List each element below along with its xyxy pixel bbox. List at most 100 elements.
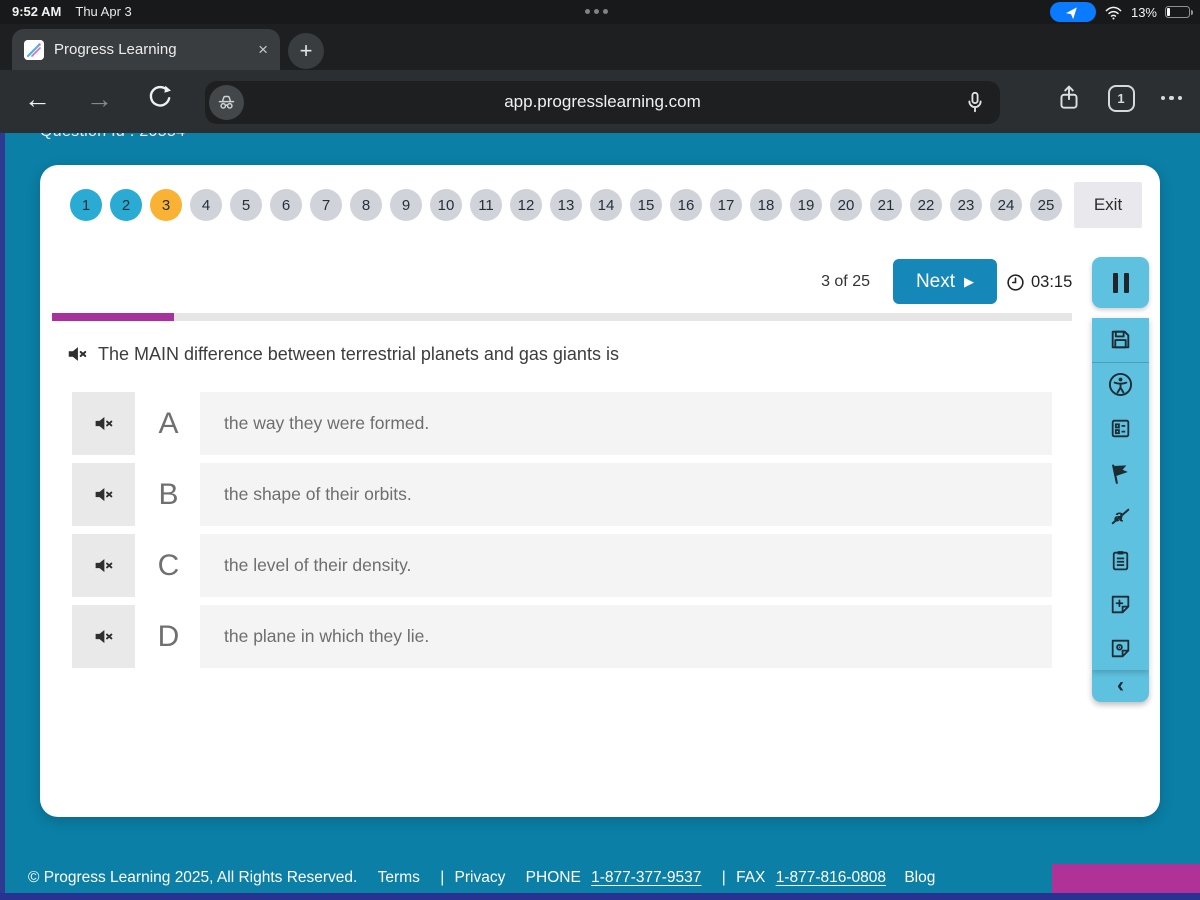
new-tab-button[interactable]: + (288, 33, 324, 69)
answer-text[interactable]: the shape of their orbits. (200, 463, 1052, 526)
question-number-9[interactable]: 9 (390, 189, 422, 221)
bottom-edge-border (0, 893, 1200, 900)
next-arrow-icon: ▶ (964, 273, 975, 289)
question-text: The MAIN difference between terrestrial … (98, 343, 619, 364)
forward-button[interactable]: → (86, 86, 113, 113)
answer-audio-muted-icon[interactable] (72, 392, 135, 455)
browser-menu-icon[interactable] (1160, 95, 1182, 101)
question-number-21[interactable]: 21 (870, 189, 902, 221)
answer-audio-muted-icon[interactable] (72, 534, 135, 597)
ipad-screen: 9:52 AM Thu Apr 3 13% Progress Learning … (0, 0, 1200, 900)
reload-button[interactable] (146, 84, 173, 111)
answer-row-C[interactable]: C the level of their density. (72, 534, 1052, 597)
answer-row-A[interactable]: A the way they were formed. (72, 392, 1052, 455)
question-number-1[interactable]: 1 (70, 189, 102, 221)
save-icon (1108, 327, 1133, 352)
footer-blog-link[interactable]: Blog (904, 869, 935, 886)
battery-icon (1165, 6, 1193, 18)
answer-text[interactable]: the way they were formed. (200, 392, 1052, 455)
microphone-icon[interactable] (962, 89, 988, 115)
question-number-7[interactable]: 7 (310, 189, 342, 221)
answer-letter[interactable]: B (137, 463, 200, 526)
tab-title: Progress Learning (54, 41, 177, 58)
save-button[interactable] (1092, 318, 1149, 363)
question-number-10[interactable]: 10 (430, 189, 462, 221)
question-number-8[interactable]: 8 (350, 189, 382, 221)
answer-audio-muted-icon[interactable] (72, 463, 135, 526)
status-date: Thu Apr 3 (75, 4, 132, 19)
location-indicator-icon (1049, 2, 1096, 22)
question-number-6[interactable]: 6 (270, 189, 302, 221)
progress-learning-favicon (24, 39, 44, 60)
pause-button[interactable] (1092, 257, 1149, 308)
question-number-3[interactable]: 3 (150, 189, 182, 221)
footer-accent-block (1052, 864, 1200, 893)
notepad-button[interactable] (1092, 538, 1149, 582)
question-number-18[interactable]: 18 (750, 189, 782, 221)
flag-icon (1108, 460, 1133, 485)
quiz-card: 1 2 3 4 5 6 7 8 9 10 11 12 13 14 15 16 17 18 19 20 21 22 23 24 2… (40, 165, 1160, 817)
answer-text[interactable]: the plane in which they lie. (200, 605, 1052, 668)
timer: 03:15 (1006, 273, 1072, 292)
next-label: Next (915, 270, 956, 292)
question-number-5[interactable]: 5 (230, 189, 262, 221)
url-bar[interactable]: app.progresslearning.com (205, 81, 1000, 124)
browser-tab[interactable]: Progress Learning × (12, 29, 280, 70)
question-counter: 3 of 25 (821, 273, 870, 290)
question-number-11[interactable]: 11 (470, 189, 502, 221)
answer-letter[interactable]: D (137, 605, 200, 668)
footer-terms-link[interactable]: Terms (378, 869, 420, 886)
question-audio-muted-icon[interactable] (66, 343, 88, 365)
back-button[interactable]: ← (24, 86, 51, 113)
question-number-nav: 1 2 3 4 5 6 7 8 9 10 11 12 13 14 15 16 17 18 19 20 21 22 23 24 2… (70, 189, 1062, 221)
answer-row-D[interactable]: D the plane in which they lie. (72, 605, 1052, 668)
accessibility-button[interactable] (1092, 363, 1149, 407)
answer-letter[interactable]: C (137, 534, 200, 597)
answer-row-B[interactable]: B the shape of their orbits. (72, 463, 1052, 526)
sidebar-collapse-button[interactable]: ‹ (1092, 670, 1149, 702)
share-icon[interactable] (1056, 84, 1082, 112)
tab-count-button[interactable]: 1 (1107, 84, 1135, 112)
question-number-22[interactable]: 22 (910, 189, 942, 221)
view-notes-icon (1108, 636, 1133, 661)
next-button[interactable]: Next ▶ (893, 259, 997, 304)
page-content: Question Id : 20554 12345678910111213141… (0, 133, 1200, 900)
question-number-4[interactable]: 4 (190, 189, 222, 221)
question-number-14[interactable]: 14 (590, 189, 622, 221)
footer-separator: | (721, 869, 726, 886)
question-number-12[interactable]: 12 (510, 189, 542, 221)
battery-percent: 13% (1130, 4, 1157, 20)
url-text: app.progresslearning.com (504, 92, 701, 111)
add-note-icon (1108, 592, 1133, 617)
answer-audio-muted-icon[interactable] (72, 605, 135, 668)
view-notes-button[interactable] (1092, 626, 1149, 670)
question-number-20[interactable]: 20 (830, 189, 862, 221)
answer-options-button[interactable] (1092, 407, 1149, 451)
eliminate-answer-button[interactable]: a (1092, 495, 1149, 539)
footer-fax-link[interactable]: 1-877-816-0808 (776, 869, 886, 886)
footer-privacy-link[interactable]: Privacy (455, 869, 506, 886)
answer-letter[interactable]: A (137, 392, 200, 455)
question-number-16[interactable]: 16 (670, 189, 702, 221)
question-number-15[interactable]: 15 (630, 189, 662, 221)
status-bar: 9:52 AM Thu Apr 3 13% (0, 0, 1200, 24)
tab-close-icon[interactable]: × (258, 40, 268, 60)
question-number-2[interactable]: 2 (110, 189, 142, 221)
wifi-icon (1104, 5, 1123, 20)
question-number-24[interactable]: 24 (990, 189, 1022, 221)
timer-value: 03:15 (1031, 273, 1073, 291)
tool-sidebar: a (1092, 318, 1149, 670)
question-number-19[interactable]: 19 (790, 189, 822, 221)
footer-phone-link[interactable]: 1-877-377-9537 (591, 869, 701, 886)
question-number-23[interactable]: 23 (950, 189, 982, 221)
answer-text[interactable]: the level of their density. (200, 534, 1052, 597)
add-note-button[interactable] (1092, 582, 1149, 626)
question-number-25[interactable]: 25 (1030, 189, 1062, 221)
status-time: 9:52 AM (12, 4, 62, 19)
question-number-17[interactable]: 17 (710, 189, 742, 221)
eliminate-answer-icon: a (1108, 504, 1133, 529)
exit-button[interactable]: Exit (1074, 182, 1142, 228)
flag-button[interactable] (1092, 451, 1149, 495)
question-number-13[interactable]: 13 (550, 189, 582, 221)
footer-separator: | (440, 869, 445, 886)
